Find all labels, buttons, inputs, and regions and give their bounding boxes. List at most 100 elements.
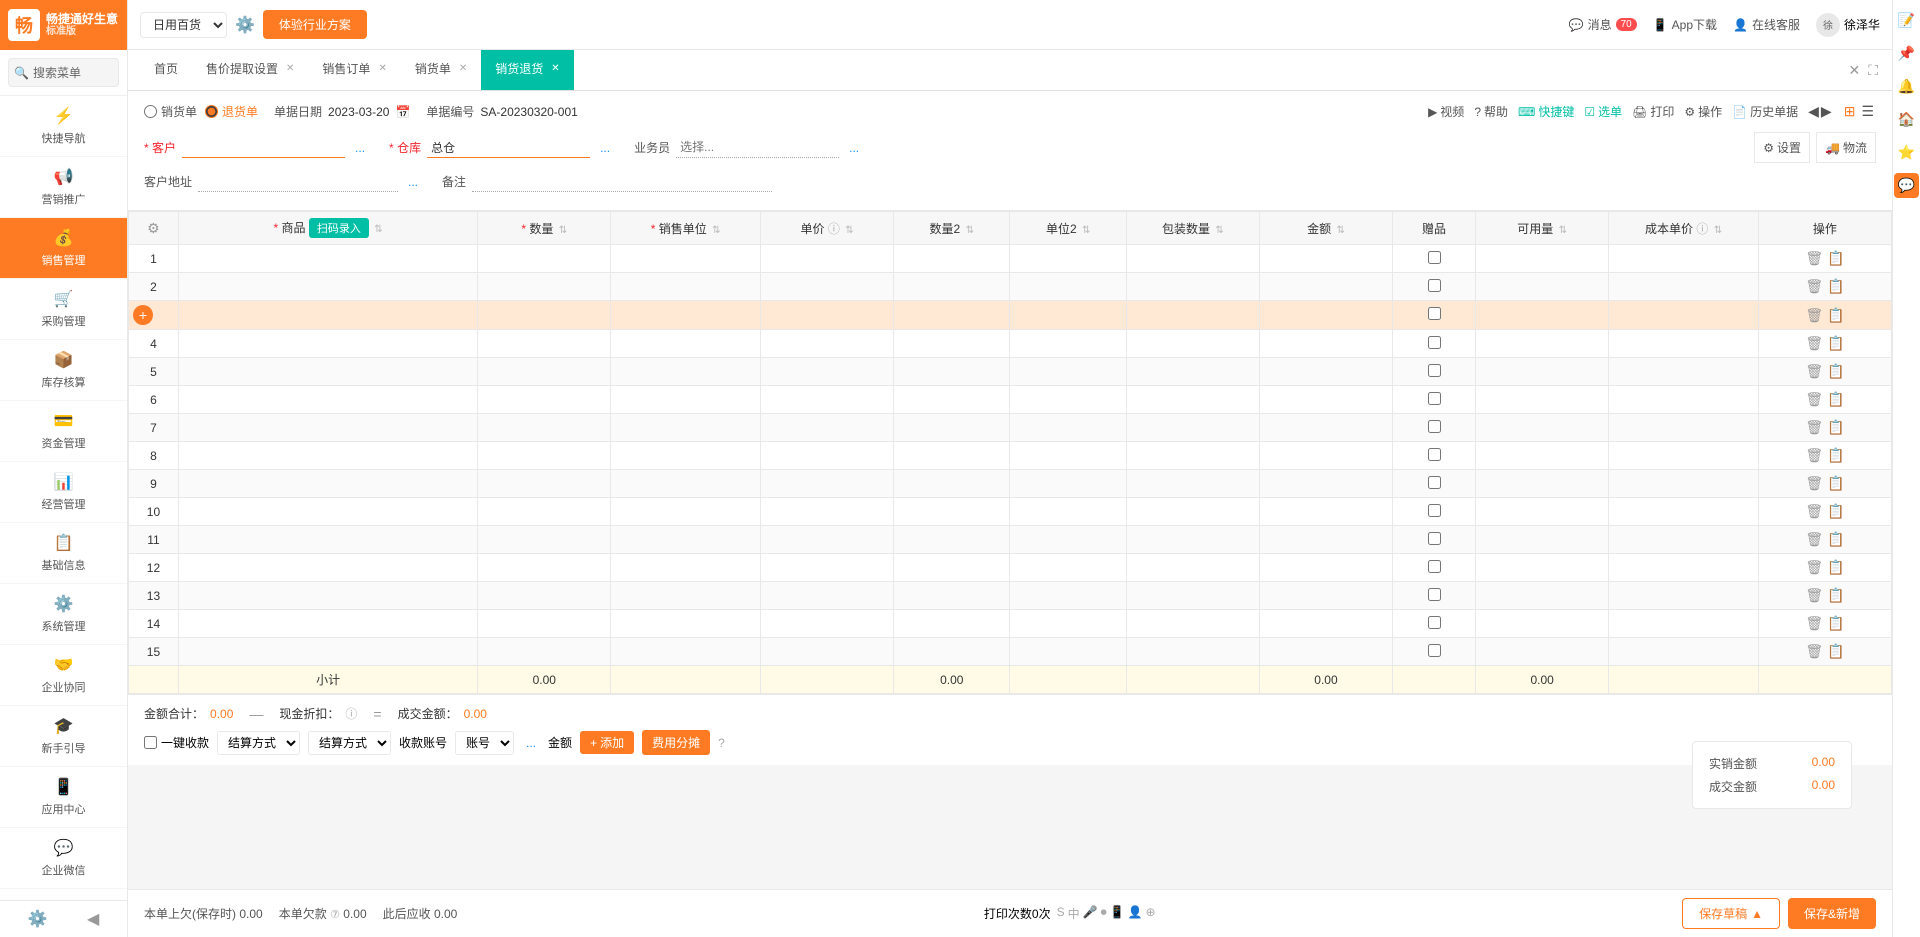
app-download-group[interactable]: 📱 App下载 <box>1653 16 1717 33</box>
amount-cell[interactable] <box>1259 245 1392 273</box>
amount-cell[interactable] <box>1259 526 1392 554</box>
available-cell[interactable] <box>1476 526 1609 554</box>
available-cell[interactable] <box>1476 582 1609 610</box>
copy-row-btn[interactable]: 📋 <box>1827 587 1844 604</box>
qty2-cell[interactable] <box>894 301 1010 330</box>
available-cell[interactable] <box>1476 301 1609 330</box>
unit-cell[interactable] <box>611 330 761 358</box>
experience-btn[interactable]: 体验行业方案 <box>263 10 367 39</box>
pack-qty-cell[interactable] <box>1126 526 1259 554</box>
product-cell[interactable] <box>178 442 477 470</box>
history-btn[interactable]: 📄 历史单据 <box>1732 103 1798 120</box>
available-cell[interactable] <box>1476 498 1609 526</box>
product-cell[interactable] <box>178 610 477 638</box>
pack-qty-cell[interactable] <box>1126 470 1259 498</box>
unit2-cell[interactable] <box>1010 498 1126 526</box>
unit2-cell[interactable] <box>1010 610 1126 638</box>
customer-input[interactable] <box>182 137 345 158</box>
unit-cell[interactable] <box>611 245 761 273</box>
unit2-cell[interactable] <box>1010 358 1126 386</box>
pack-qty-cell[interactable] <box>1126 498 1259 526</box>
cost-price-cell[interactable] <box>1609 554 1759 582</box>
gift-cell[interactable] <box>1392 498 1475 526</box>
gear-icon[interactable]: ⚙ <box>147 220 160 236</box>
qty2-cell[interactable] <box>894 330 1010 358</box>
expand-tab-icon[interactable]: ⛶ <box>1866 60 1880 81</box>
product-cell[interactable] <box>178 414 477 442</box>
price-cell[interactable] <box>761 498 894 526</box>
amount-cell[interactable] <box>1259 582 1392 610</box>
gift-cell[interactable] <box>1392 470 1475 498</box>
sidebar-item-wechat[interactable]: 💬 企业微信 <box>0 828 127 889</box>
sort-avail-icon[interactable]: ⇅ <box>1559 225 1567 236</box>
delete-row-btn[interactable]: 🗑 <box>1805 419 1823 436</box>
shortcut-btn[interactable]: ⌨ 快捷键 <box>1518 103 1574 120</box>
product-cell-active[interactable] <box>178 301 477 330</box>
pack-qty-cell[interactable] <box>1126 442 1259 470</box>
product-cell[interactable] <box>178 470 477 498</box>
delete-row-btn[interactable]: 🗑 <box>1805 615 1823 632</box>
staff-ellipsis-btn[interactable]: ... <box>845 141 863 155</box>
product-cell[interactable] <box>178 245 477 273</box>
product-cell[interactable] <box>178 582 477 610</box>
qty2-cell[interactable] <box>894 358 1010 386</box>
unit2-cell[interactable] <box>1010 526 1126 554</box>
unit-cell[interactable] <box>611 301 761 330</box>
help-btn[interactable]: ? 帮助 <box>1474 103 1508 120</box>
product-input[interactable] <box>183 252 473 266</box>
unit2-cell[interactable] <box>1010 273 1126 301</box>
product-cell[interactable] <box>178 526 477 554</box>
cost-price-cell[interactable] <box>1609 330 1759 358</box>
cost-price-cell[interactable] <box>1609 245 1759 273</box>
unit-cell[interactable] <box>611 582 761 610</box>
copy-row-btn[interactable]: 📋 <box>1827 559 1844 576</box>
settings-bottom-icon[interactable]: ⚙️ <box>28 909 48 929</box>
tab-sales-order[interactable]: 销售订单 ✕ <box>308 50 400 90</box>
gift-cell[interactable] <box>1392 301 1475 330</box>
settings-btn[interactable]: ⚙ 设置 <box>1754 132 1810 163</box>
sidebar-item-purchase[interactable]: 🛒 采购管理 <box>0 279 127 340</box>
sidebar-item-operation[interactable]: 📊 经营管理 <box>0 462 127 523</box>
gift-cell[interactable] <box>1392 582 1475 610</box>
product-input-active[interactable] <box>183 308 473 322</box>
right-panel-chat-btn[interactable]: 💬 <box>1894 173 1919 198</box>
cost-price-cell[interactable] <box>1609 526 1759 554</box>
search-menu-button[interactable]: 🔍 搜索菜单 <box>8 58 119 87</box>
customer-ellipsis-btn[interactable]: ... <box>351 141 369 155</box>
radio-sales-invoice[interactable]: 销货单 <box>144 103 197 120</box>
delete-row-btn[interactable]: 🗑 <box>1805 587 1823 604</box>
warehouse-ellipsis-btn[interactable]: ... <box>596 141 614 155</box>
qty-cell[interactable] <box>478 414 611 442</box>
unit-cell[interactable] <box>611 554 761 582</box>
price-cell[interactable] <box>761 386 894 414</box>
collapse-icon[interactable]: ◀ <box>87 909 99 929</box>
cost-price-cell[interactable] <box>1609 610 1759 638</box>
qty2-cell[interactable] <box>894 470 1010 498</box>
sort-pack-icon[interactable]: ⇅ <box>1215 225 1223 236</box>
amount-cell[interactable] <box>1259 330 1392 358</box>
amount-cell[interactable] <box>1259 414 1392 442</box>
tab-sales-invoice[interactable]: 销货单 ✕ <box>401 50 481 90</box>
amount-cell[interactable] <box>1259 358 1392 386</box>
qty-cell[interactable] <box>478 582 611 610</box>
qty-cell[interactable] <box>478 470 611 498</box>
cost-price-cell[interactable] <box>1609 470 1759 498</box>
message-group[interactable]: 💬 消息 70 <box>1569 16 1637 33</box>
tab-sales-return[interactable]: 销货退货 ✕ <box>481 50 573 90</box>
price-cell[interactable] <box>761 526 894 554</box>
sort-unit2-icon[interactable]: ⇅ <box>1082 225 1090 236</box>
pack-qty-cell[interactable] <box>1126 554 1259 582</box>
product-cell[interactable] <box>178 638 477 666</box>
price-cell[interactable] <box>761 442 894 470</box>
qty-cell[interactable] <box>478 554 611 582</box>
unit2-cell[interactable] <box>1010 554 1126 582</box>
available-cell[interactable] <box>1476 330 1609 358</box>
print-btn[interactable]: 🖨 打印 <box>1632 103 1674 120</box>
sort-unit-icon[interactable]: ⇅ <box>712 225 720 236</box>
amount-cell[interactable] <box>1259 386 1392 414</box>
delete-row-btn[interactable]: 🗑 <box>1805 335 1823 352</box>
cost-price-cell[interactable] <box>1609 273 1759 301</box>
delete-row-btn[interactable]: 🗑 <box>1805 447 1823 464</box>
warehouse-input[interactable] <box>427 137 590 158</box>
product-cell[interactable] <box>178 330 477 358</box>
